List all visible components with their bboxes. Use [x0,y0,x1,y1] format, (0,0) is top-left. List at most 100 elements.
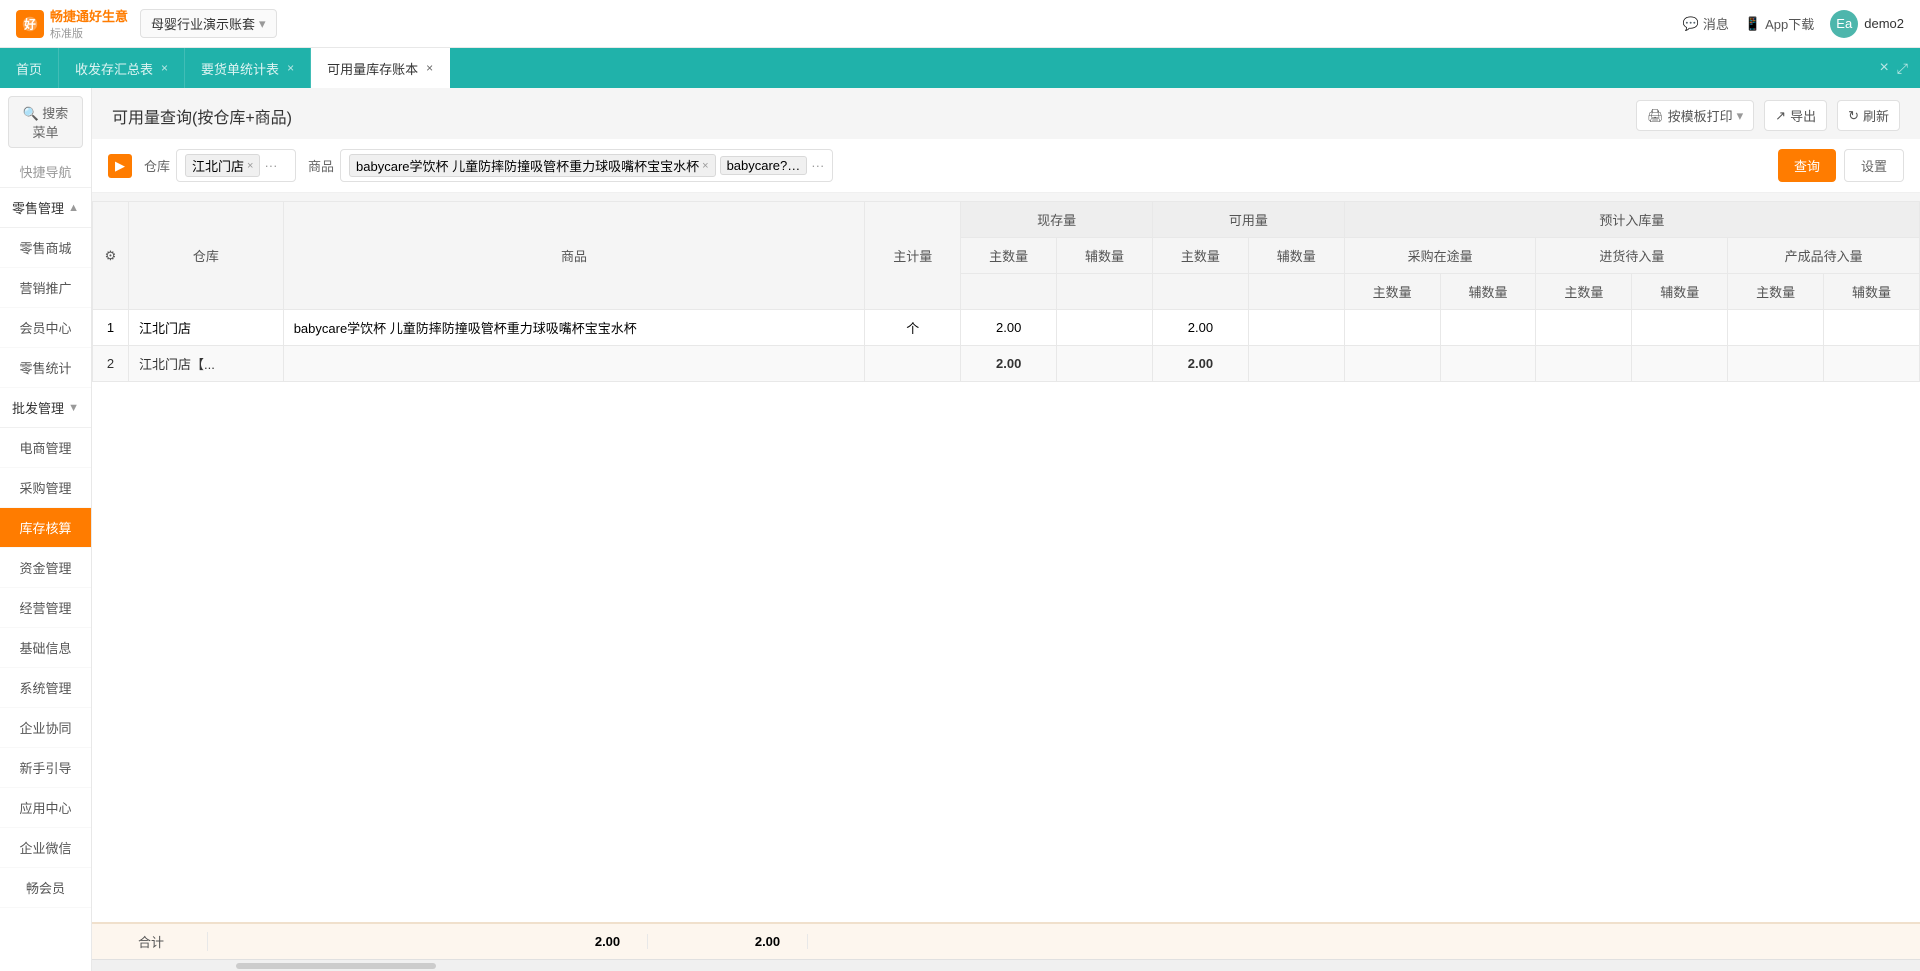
cell-warehouse: 江北门店 [129,310,284,346]
tab-available-close[interactable]: × [426,61,433,75]
filter-toggle[interactable]: ▶ [108,154,132,178]
export-btn[interactable]: ↗ 导出 [1764,100,1827,131]
message-btn[interactable]: 💬 消息 [1683,14,1729,33]
product-input[interactable]: babycare学饮杯 儿童防摔防撞吸管杯重力球吸嘴杯宝宝水杯 × babyca… [340,149,833,182]
sidebar-label-wholesale: 批发管理 [12,398,64,417]
sidebar-item-member2[interactable]: 畅会员 [0,868,91,908]
cell-group-pa-main [1536,346,1632,382]
warehouse-header: 仓库 [193,249,219,264]
sidebar-item-inventory[interactable]: 库存核算 [0,508,91,548]
sidebar-item-finance[interactable]: 资金管理 [0,548,91,588]
top-bar-left: 好 畅捷通好生意 标准版 母婴行业演示账套 ▾ [16,6,277,41]
scrollbar-area[interactable] [92,959,1920,971]
sidebar-label-marketing: 营销推广 [19,278,71,297]
sidebar-label-apps: 应用中心 [19,798,71,817]
th-pt-aux: 辅数量 [1440,274,1536,310]
query-btn[interactable]: 查询 [1778,149,1836,182]
sidebar-label-wechat: 企业微信 [19,838,71,857]
tab-home[interactable]: 首页 [0,48,59,88]
th-stock-aux2 [1057,274,1153,310]
industry-selector[interactable]: 母婴行业演示账套 ▾ [140,9,277,38]
sidebar-item-wholesale[interactable]: 批发管理 ▼ [0,388,91,428]
th-stock-main2 [961,274,1057,310]
cell-product: babycare学饮杯 儿童防摔防撞吸管杯重力球吸嘴杯宝宝水杯 [283,310,865,346]
product-ellipsis[interactable]: ··· [811,158,824,173]
user-name: demo2 [1864,16,1904,31]
table-group-row: 2 江北门店【... 2.00 2.00 [93,346,1920,382]
cell-group-product [283,346,865,382]
cell-group-warehouse: 江北门店【... [129,346,284,382]
cell-prod-aux [1824,310,1920,346]
th-unit: 主计量 [865,202,961,310]
sidebar-item-retail-mall[interactable]: 零售商城 [0,228,91,268]
cell-avail-aux [1248,310,1344,346]
tab-available[interactable]: 可用量库存账本 × [311,48,450,88]
message-icon: 💬 [1683,16,1699,32]
sidebar-item-apps[interactable]: 应用中心 [0,788,91,828]
sidebar-item-guide[interactable]: 新手引导 [0,748,91,788]
export-icon: ↗ [1775,108,1786,124]
page-actions: 🖨 按模板打印 ▾ ↗ 导出 ↻ 刷新 [1636,100,1900,131]
sidebar-item-wechat[interactable]: 企业微信 [0,828,91,868]
svg-text:好: 好 [23,17,36,31]
tab-collect-close[interactable]: × [161,61,168,75]
sidebar-item-system[interactable]: 系统管理 [0,668,91,708]
page-header: 可用量查询(按仓库+商品) 🖨 按模板打印 ▾ ↗ 导出 ↻ 刷新 [92,88,1920,139]
refresh-btn[interactable]: ↻ 刷新 [1837,100,1900,131]
th-prod-aux: 辅数量 [1824,274,1920,310]
sidebar-item-ecommerce[interactable]: 电商管理 [0,428,91,468]
th-current-stock: 现存量 [961,202,1153,238]
close-all-btn[interactable]: × [1879,59,1888,77]
download-btn[interactable]: 📱 App下载 [1745,14,1814,33]
sidebar-item-basic[interactable]: 基础信息 [0,628,91,668]
cell-group-index: 2 [93,346,129,382]
sidebar-label-enterprise: 企业协同 [19,718,71,737]
print-btn[interactable]: 🖨 按模板打印 ▾ [1636,100,1754,131]
th-stock-aux: 辅数量 [1057,238,1153,274]
warehouse-input[interactable]: 江北门店 × ··· [176,149,296,182]
sidebar-item-marketing[interactable]: 营销推广 [0,268,91,308]
sidebar-label-purchase: 采购管理 [19,478,71,497]
cell-prod-main [1728,310,1824,346]
sidebar-label-system: 系统管理 [19,678,71,697]
sidebar-item-purchase[interactable]: 采购管理 [0,468,91,508]
th-pa-main: 主数量 [1536,274,1632,310]
dropdown-icon: ▾ [259,16,266,32]
th-settings[interactable]: ⚙ [93,202,129,310]
cell-group-stock-aux [1057,346,1153,382]
product-tag1-close[interactable]: × [702,160,708,172]
warehouse-tag: 江北门店 × [185,154,260,177]
tab-order-stat[interactable]: 要货单统计表 × [185,48,311,88]
sidebar-search-btn[interactable]: 🔍 搜索菜单 [8,96,83,148]
sidebar-label-member2: 畅会员 [26,878,65,897]
warehouse-tag-close[interactable]: × [247,160,253,172]
sidebar-label-member: 会员中心 [19,318,71,337]
user-menu[interactable]: Ea demo2 [1830,10,1904,38]
sidebar-item-ops[interactable]: 经营管理 [0,588,91,628]
warehouse-tag-text: 江北门店 [192,156,244,175]
expand-btn[interactable]: ⤢ [1897,60,1908,77]
sidebar-search-wrap: 🔍 搜索菜单 [0,88,91,156]
cell-group-prod-main [1728,346,1824,382]
cell-avail-main: 2.00 [1152,310,1248,346]
product-label: 商品 [308,156,334,175]
scrollbar[interactable] [236,963,436,969]
sidebar-item-member[interactable]: 会员中心 [0,308,91,348]
chevron-icon: ▲ [68,202,79,214]
sidebar-item-retail-stat[interactable]: 零售统计 [0,348,91,388]
refresh-label: 刷新 [1863,106,1889,125]
cell-group-stock-main: 2.00 [961,346,1057,382]
tab-order-stat-close[interactable]: × [287,61,294,75]
tab-collect[interactable]: 收发存汇总表 × [59,48,185,88]
top-bar: 好 畅捷通好生意 标准版 母婴行业演示账套 ▾ 💬 消息 📱 App下载 Ea … [0,0,1920,48]
th-pt-main: 主数量 [1344,274,1440,310]
filter-buttons: 查询 设置 [1778,149,1904,182]
main-layout: 🔍 搜索菜单 快捷导航 零售管理 ▲ 零售商城 营销推广 会员中心 零售统计 批… [0,88,1920,971]
sidebar-item-enterprise[interactable]: 企业协同 [0,708,91,748]
sidebar-item-retail-mgmt[interactable]: 零售管理 ▲ [0,188,91,228]
setting-btn[interactable]: 设置 [1844,149,1904,182]
th-available: 可用量 [1152,202,1344,238]
quick-nav-item[interactable]: 快捷导航 [0,156,91,188]
product-header: 商品 [561,249,587,264]
warehouse-ellipsis[interactable]: ··· [264,158,277,173]
